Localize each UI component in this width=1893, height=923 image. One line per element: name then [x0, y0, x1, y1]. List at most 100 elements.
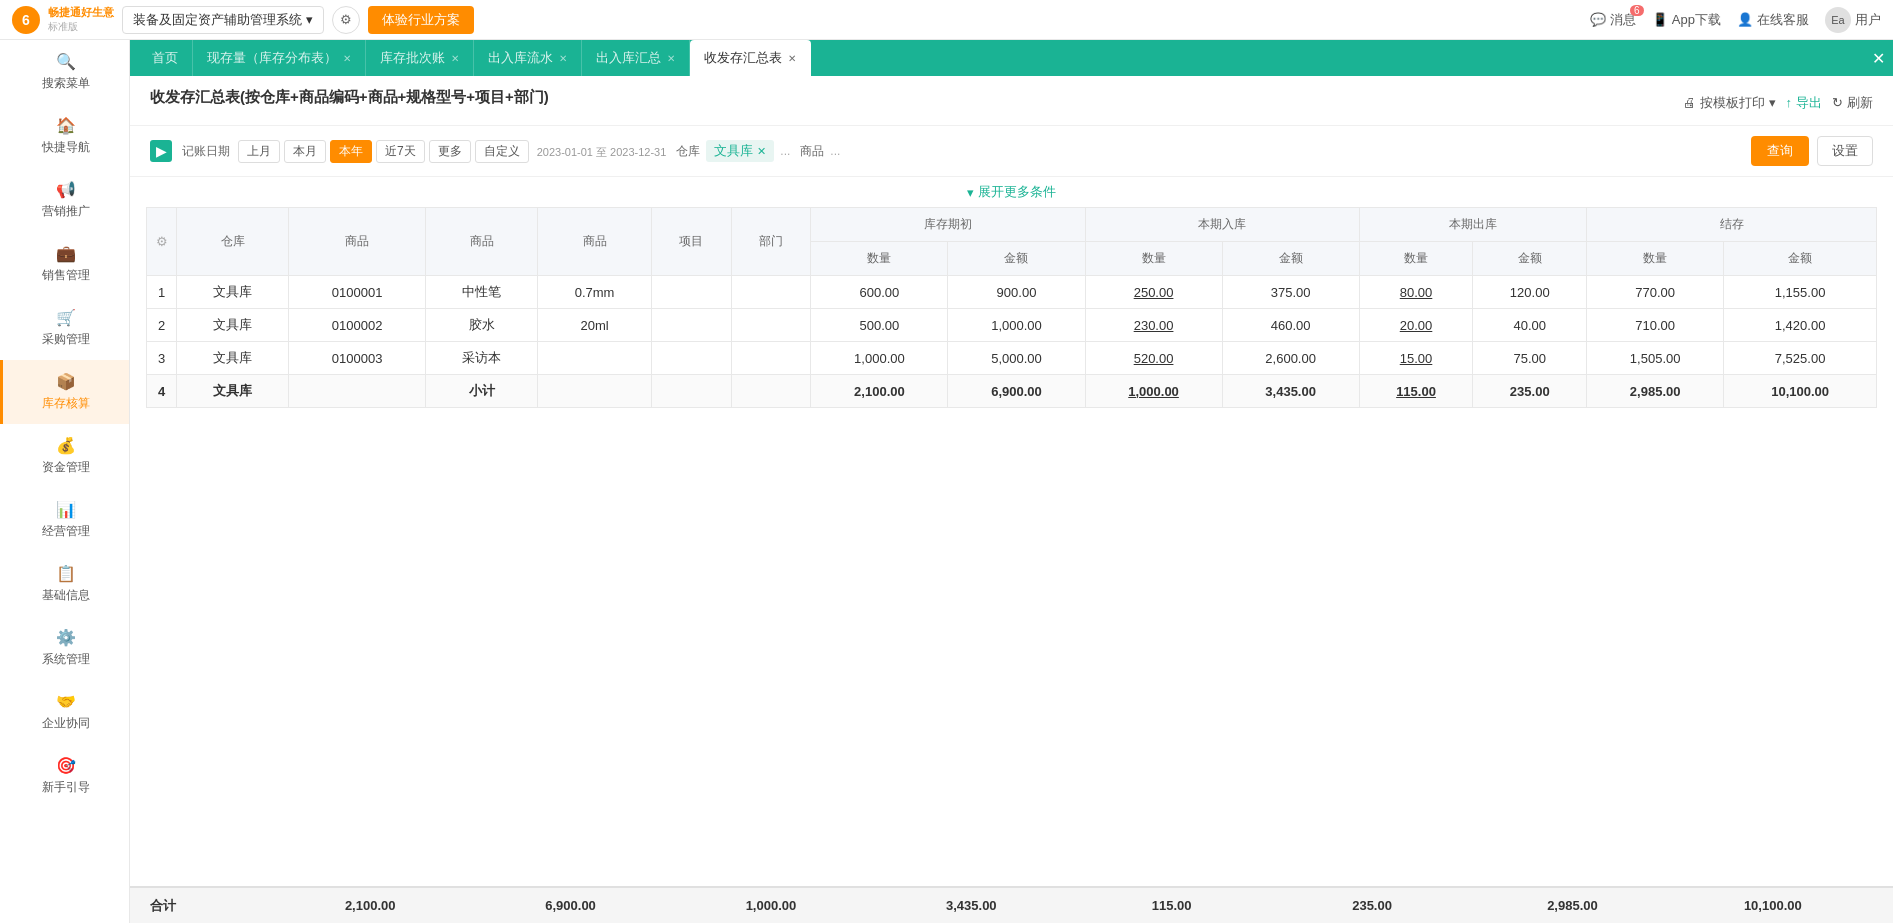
experience-button[interactable]: 体验行业方案 — [368, 6, 474, 34]
sidebar-item-finance[interactable]: 💰 资金管理 — [0, 424, 129, 488]
tab-receipt-summary[interactable]: 收发存汇总表 ✕ — [690, 40, 811, 76]
table-row: 1文具库0100001中性笔0.7mm600.00900.00250.00375… — [147, 276, 1877, 309]
tab-home[interactable]: 首页 — [138, 40, 193, 76]
out-qty-cell[interactable]: 80.00 — [1359, 276, 1473, 309]
sidebar-item-enterprise[interactable]: 🤝 企业协同 — [0, 680, 129, 744]
seq-cell: 3 — [147, 342, 177, 375]
tab-batch-ledger-label: 库存批次账 — [380, 49, 445, 67]
tab-stock-dist[interactable]: 现存量（库存分布表） ✕ — [193, 40, 366, 76]
close-amt-cell: 1,155.00 — [1724, 276, 1877, 309]
tab-batch-ledger[interactable]: 库存批次账 ✕ — [366, 40, 474, 76]
name-cell: 胶水 — [426, 309, 538, 342]
tab-bar-close-button[interactable]: ✕ — [1872, 49, 1885, 68]
warehouse-cell: 文具库 — [177, 276, 289, 309]
name-cell: 中性笔 — [426, 276, 538, 309]
print-button[interactable]: 🖨 按模板打印 ▾ — [1683, 94, 1776, 112]
open-qty-cell: 1,000.00 — [811, 342, 948, 375]
date-btn-more[interactable]: 更多 — [429, 140, 471, 163]
date-btn-7days[interactable]: 近7天 — [376, 140, 425, 163]
sidebar-item-basic-info[interactable]: 📋 基础信息 — [0, 552, 129, 616]
page-header: 收发存汇总表(按仓库+商品编码+商品+规格型号+项目+部门) 🖨 按模板打印 ▾… — [130, 76, 1893, 126]
tab-receipt-summary-close[interactable]: ✕ — [788, 53, 796, 64]
tab-in-out-summary-close[interactable]: ✕ — [667, 53, 675, 64]
tab-in-out-summary[interactable]: 出入库汇总 ✕ — [582, 40, 690, 76]
export-button[interactable]: ↑ 导出 — [1786, 94, 1823, 112]
open-amt-cell: 900.00 — [948, 276, 1085, 309]
open-amt-cell: 6,900.00 — [948, 375, 1085, 408]
table-wrapper: ⚙ 仓库 商品 商品 商品 项目 部门 库存期初 本期入库 本期出库 结存 — [130, 207, 1893, 886]
warehouse-more-button[interactable]: ... — [780, 144, 790, 158]
expand-more-bar[interactable]: ▾ 展开更多条件 — [130, 177, 1893, 207]
footer-values: 2,100.00 6,900.00 1,000.00 3,435.00 115.… — [270, 896, 1873, 915]
out-qty-cell[interactable]: 20.00 — [1359, 309, 1473, 342]
col-close-qty-header: 数量 — [1587, 242, 1724, 276]
col-settings: ⚙ — [147, 208, 177, 276]
out-qty-cell[interactable]: 115.00 — [1359, 375, 1473, 408]
sidebar-item-quick-nav[interactable]: 🏠 快捷导航 — [0, 104, 129, 168]
app-download-button[interactable]: 📱 App下载 — [1652, 11, 1721, 29]
out-amt-cell: 75.00 — [1473, 342, 1587, 375]
home-icon: 🏠 — [56, 116, 76, 135]
query-button[interactable]: 查询 — [1751, 136, 1809, 166]
code-cell: 0100002 — [289, 309, 426, 342]
code-cell: 0100001 — [289, 276, 426, 309]
open-qty-cell: 600.00 — [811, 276, 948, 309]
close-amt-cell: 1,420.00 — [1724, 309, 1877, 342]
dropdown-arrow-icon: ▾ — [306, 12, 313, 27]
sidebar-item-newbie[interactable]: 🎯 新手引导 — [0, 744, 129, 808]
date-btn-last-month[interactable]: 上月 — [238, 140, 280, 163]
col-out-header: 本期出库 — [1359, 208, 1586, 242]
sidebar-item-system[interactable]: ⚙️ 系统管理 — [0, 616, 129, 680]
edition-label: 标准版 — [48, 20, 114, 34]
online-service-button[interactable]: 👤 在线客服 — [1737, 11, 1809, 29]
message-button[interactable]: 💬 消息 6 — [1590, 11, 1636, 29]
warehouse-cell: 文具库 — [177, 342, 289, 375]
warehouse-tag-close[interactable]: ✕ — [757, 145, 766, 158]
goods-more-button[interactable]: ... — [830, 144, 840, 158]
sidebar: 🔍 搜索菜单 🏠 快捷导航 📢 营销推广 💼 销售管理 🛒 采购管理 📦 库存核… — [0, 40, 130, 923]
filter-warehouse-section: 仓库 文具库 ✕ ... — [676, 140, 790, 162]
date-btn-this-year[interactable]: 本年 — [330, 140, 372, 163]
sidebar-item-sales[interactable]: 💼 销售管理 — [0, 232, 129, 296]
operation-icon: 📊 — [56, 500, 76, 519]
warehouse-cell: 文具库 — [177, 309, 289, 342]
in-qty-cell[interactable]: 1,000.00 — [1085, 375, 1222, 408]
code-cell: 0100003 — [289, 342, 426, 375]
tab-in-out-flow-close[interactable]: ✕ — [559, 53, 567, 64]
basic-info-icon: 📋 — [56, 564, 76, 583]
dept-cell — [731, 309, 811, 342]
open-qty-cell: 2,100.00 — [811, 375, 948, 408]
tab-stock-dist-close[interactable]: ✕ — [343, 53, 351, 64]
sidebar-label-newbie: 新手引导 — [42, 779, 90, 796]
settings-button[interactable]: ⚙ — [332, 6, 360, 34]
date-btn-this-month[interactable]: 本月 — [284, 140, 326, 163]
refresh-button[interactable]: ↻ 刷新 — [1832, 94, 1873, 112]
sidebar-item-inventory[interactable]: 📦 库存核算 — [0, 360, 129, 424]
sidebar-label-sales: 销售管理 — [42, 267, 90, 284]
sidebar-item-operation[interactable]: 📊 经营管理 — [0, 488, 129, 552]
sidebar-label-system: 系统管理 — [42, 651, 90, 668]
sidebar-label-purchase: 采购管理 — [42, 331, 90, 348]
warehouse-tag: 文具库 ✕ — [706, 140, 774, 162]
in-qty-cell[interactable]: 250.00 — [1085, 276, 1222, 309]
settings-small-button[interactable]: 设置 — [1817, 136, 1873, 166]
dept-cell — [731, 342, 811, 375]
out-qty-cell[interactable]: 15.00 — [1359, 342, 1473, 375]
gear-icon[interactable]: ⚙ — [153, 234, 170, 249]
system-title-dropdown[interactable]: 装备及固定资产辅助管理系统 ▾ — [122, 6, 324, 34]
sidebar-item-marketing[interactable]: 📢 营销推广 — [0, 168, 129, 232]
tab-batch-ledger-close[interactable]: ✕ — [451, 53, 459, 64]
col-open-amt-header: 金额 — [948, 242, 1085, 276]
tab-in-out-flow[interactable]: 出入库流水 ✕ — [474, 40, 582, 76]
seq-cell: 1 — [147, 276, 177, 309]
user-button[interactable]: Ea 用户 — [1825, 7, 1881, 33]
sidebar-item-purchase[interactable]: 🛒 采购管理 — [0, 296, 129, 360]
filter-toggle-button[interactable]: ▶ — [150, 140, 172, 162]
col-out-amt-header: 金额 — [1473, 242, 1587, 276]
in-qty-cell[interactable]: 230.00 — [1085, 309, 1222, 342]
date-btn-custom[interactable]: 自定义 — [475, 140, 529, 163]
download-icon: 📱 — [1652, 12, 1668, 27]
sidebar-item-search[interactable]: 🔍 搜索菜单 — [0, 40, 129, 104]
spec-cell — [538, 375, 652, 408]
in-qty-cell[interactable]: 520.00 — [1085, 342, 1222, 375]
